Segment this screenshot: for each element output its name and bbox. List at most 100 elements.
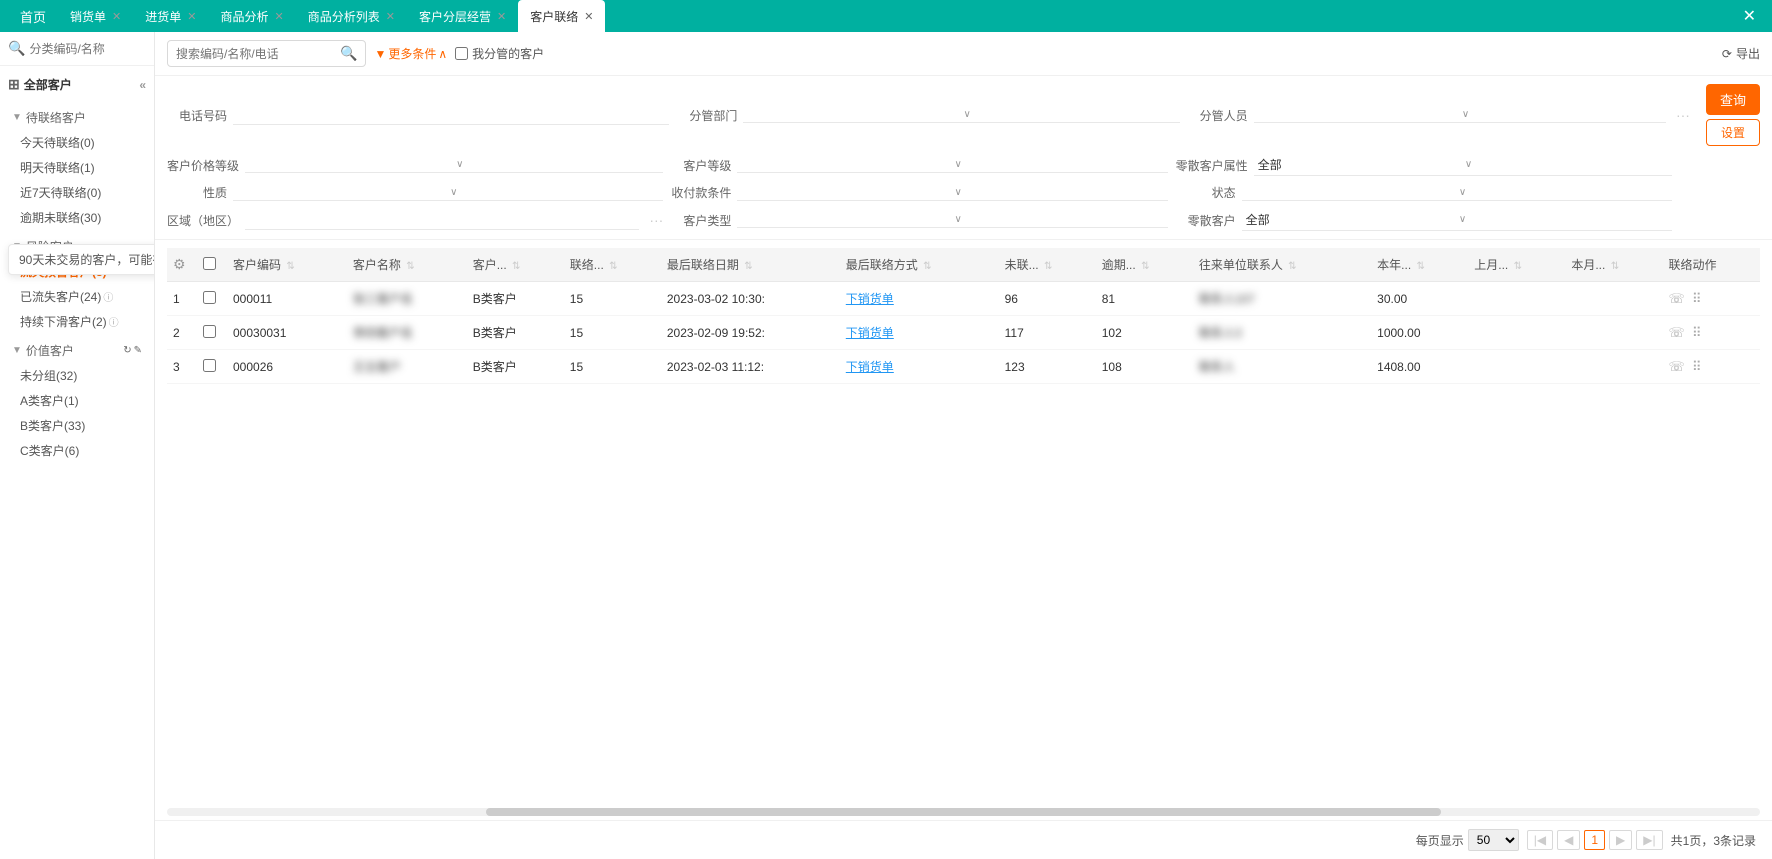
row-checkbox[interactable]: [203, 325, 216, 338]
per-page-select[interactable]: 50 20 100: [1468, 829, 1519, 851]
sidebar-item-overdue[interactable]: 逾期未联络(30): [0, 205, 154, 230]
refresh-icon[interactable]: ↻: [123, 345, 131, 356]
sidebar-item-churned[interactable]: 已流失客户(24) ⓘ: [0, 284, 154, 309]
col-last-contact-date: 最后联络日期 ⇅: [661, 248, 840, 282]
filter-search-button[interactable]: 🔍: [340, 45, 357, 62]
pending-group-label: 待联络客户: [26, 109, 86, 126]
sidebar-item-ungrouped[interactable]: 未分组(32): [0, 363, 154, 388]
sidebar-item-today[interactable]: 今天待联络(0): [0, 130, 154, 155]
filter-search-input[interactable]: [176, 47, 336, 61]
filter-field-phone: 电话号码: [167, 106, 669, 125]
customer-type-select[interactable]: ∨: [737, 212, 1167, 228]
next-page-button[interactable]: ▶: [1609, 830, 1632, 850]
sidebar-item-7days[interactable]: 近7天待联络(0): [0, 180, 154, 205]
last-way-link[interactable]: 下销货单: [846, 326, 894, 340]
sort-icon: ⇅: [744, 261, 752, 272]
tooltip: 90天未交易的客户，可能有流失风险。: [8, 244, 155, 275]
export-button[interactable]: ⟳ 导出: [1722, 45, 1760, 62]
sidebar-item-declining[interactable]: 持续下滑客户(2) ⓘ: [0, 309, 154, 334]
contact-phone-icon[interactable]: ☏: [1668, 359, 1684, 374]
close-icon[interactable]: ✕: [187, 10, 196, 23]
row-this-year: 1000.00: [1371, 316, 1468, 350]
tab-purchase-order[interactable]: 进货单 ✕: [133, 0, 208, 32]
col-contact: 联络... ⇅: [564, 248, 661, 282]
tab-product-analysis[interactable]: 商品分析 ✕: [208, 0, 295, 32]
last-page-button[interactable]: ▶|: [1636, 830, 1662, 850]
customer-level-select[interactable]: ∨: [737, 157, 1167, 173]
my-customers-checkbox[interactable]: [455, 47, 468, 60]
sidebar-pending-group-title[interactable]: ▼ 待联络客户: [0, 105, 154, 130]
more-conditions-toggle[interactable]: ▼ 更多条件 ∧: [374, 45, 447, 62]
tab-sales-order[interactable]: 销货单 ✕: [58, 0, 133, 32]
close-icon[interactable]: ✕: [386, 10, 395, 23]
sidebar-item-class-b[interactable]: B类客户(33): [0, 413, 154, 438]
filter-field-customer-type: 客户类型 ∨: [671, 212, 1167, 229]
sidebar-search-input[interactable]: [29, 42, 155, 56]
contact-phone-icon[interactable]: ☏: [1668, 291, 1684, 306]
status-select[interactable]: ∨: [1242, 185, 1672, 201]
edit-icon[interactable]: ✎: [134, 345, 142, 356]
more-action-icon[interactable]: ⠿: [1692, 291, 1702, 306]
per-page-label: 每页显示: [1416, 832, 1464, 849]
row-not-contacted: 96: [999, 282, 1096, 316]
zero-attr-select[interactable]: 全部 ∨: [1254, 154, 1672, 176]
sidebar-all-customers[interactable]: ⊞ 全部客户 «: [0, 70, 154, 99]
row-checkbox[interactable]: [203, 291, 216, 304]
more-dots[interactable]: ···: [649, 212, 663, 228]
last-way-link[interactable]: 下销货单: [846, 360, 894, 374]
prev-page-button[interactable]: ◀: [1557, 830, 1580, 850]
close-icon[interactable]: ✕: [497, 10, 506, 23]
horizontal-scrollbar[interactable]: [167, 808, 1760, 816]
select-all-checkbox[interactable]: [203, 257, 216, 270]
sort-icon: ⇅: [512, 261, 520, 272]
sidebar-value-group-title[interactable]: ▼ 价值客户 ↻ ✎: [0, 338, 154, 363]
contact-phone-icon[interactable]: ☏: [1668, 325, 1684, 340]
more-dots[interactable]: ···: [1676, 107, 1690, 123]
nature-select[interactable]: ∨: [233, 185, 663, 201]
filter-field-price-level: 客户价格等级 ∨: [167, 157, 663, 174]
region-label: 区域（地区）: [167, 212, 239, 229]
col-name[interactable]: 客户名称 ⇅: [347, 248, 467, 282]
row-idx: 3: [167, 350, 197, 384]
tab-home[interactable]: 首页: [8, 0, 58, 32]
total-info: 共1页，3条记录: [1671, 832, 1756, 849]
close-icon[interactable]: ✕: [275, 10, 284, 23]
scrollbar-thumb[interactable]: [486, 808, 1442, 816]
query-button[interactable]: 查询: [1706, 84, 1760, 115]
chevron-down-icon: ∨: [955, 187, 1164, 198]
row-this-month: [1565, 316, 1662, 350]
sidebar-item-class-a[interactable]: A类客户(1): [0, 388, 154, 413]
row-code: 000011: [227, 282, 347, 316]
tab-product-analysis-list[interactable]: 商品分析列表 ✕: [296, 0, 407, 32]
more-action-icon[interactable]: ⠿: [1692, 359, 1702, 374]
manager-select[interactable]: ∨: [1254, 107, 1666, 123]
phone-input[interactable]: [233, 106, 669, 125]
more-action-icon[interactable]: ⠿: [1692, 325, 1702, 340]
filter-field-manager: 分管人员 ∨ ···: [1188, 107, 1690, 124]
col-code[interactable]: 客户编码 ⇅: [227, 248, 347, 282]
info-icon: ⓘ: [109, 314, 119, 329]
row-checkbox[interactable]: [203, 359, 216, 372]
sort-icon: ⇅: [406, 261, 414, 272]
price-level-select[interactable]: ∨: [245, 157, 663, 173]
tab-customer-layered[interactable]: 客户分层经营 ✕: [407, 0, 518, 32]
window-close-icon[interactable]: ✕: [1735, 6, 1764, 26]
col-overdue: 逾期... ⇅: [1096, 248, 1193, 282]
sidebar-item-tomorrow[interactable]: 明天待联络(1): [0, 155, 154, 180]
tab-customer-contact[interactable]: 客户联络 ✕: [518, 0, 605, 32]
value-group-label: 价值客户: [26, 342, 74, 359]
zero-customer-select[interactable]: 全部 ∨: [1242, 209, 1672, 231]
close-icon[interactable]: ✕: [112, 10, 121, 23]
settings-button[interactable]: 设置: [1706, 119, 1760, 146]
table-row: 3 000026 王五客户 B类客户 15 2023-02-03 11:12: …: [167, 350, 1760, 384]
dept-select[interactable]: ∨: [743, 107, 1179, 123]
region-input[interactable]: [245, 211, 639, 230]
close-icon[interactable]: ✕: [584, 10, 593, 23]
collapse-icon[interactable]: «: [139, 78, 146, 92]
payment-select[interactable]: ∨: [737, 185, 1167, 201]
last-way-link[interactable]: 下销货单: [846, 292, 894, 306]
settings-gear-icon[interactable]: ⚙: [173, 256, 186, 272]
row-check: [197, 282, 227, 316]
sidebar-item-class-c[interactable]: C类客户(6): [0, 438, 154, 463]
first-page-button[interactable]: |◀: [1527, 830, 1553, 850]
